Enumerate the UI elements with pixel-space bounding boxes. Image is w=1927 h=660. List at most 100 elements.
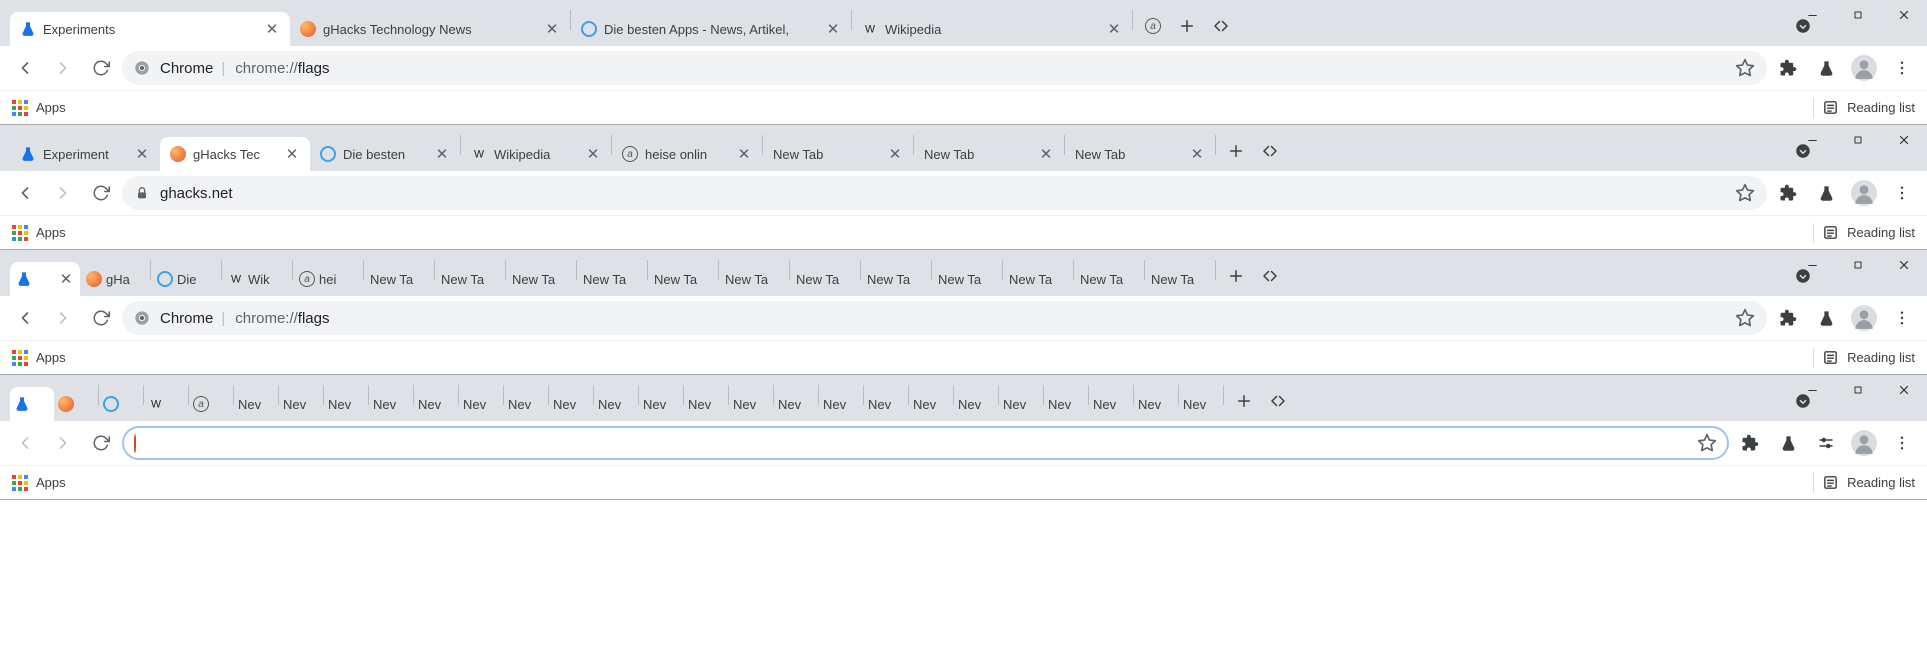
browser-tab[interactable]: WWikipedia✕ xyxy=(461,137,611,171)
browser-tab[interactable]: New Ta xyxy=(861,262,931,296)
browser-tab[interactable]: New Ta xyxy=(435,262,505,296)
browser-tab[interactable] xyxy=(10,387,54,421)
window-maximize-button[interactable] xyxy=(1835,0,1881,30)
tab-close-button[interactable]: ✕ xyxy=(264,21,280,37)
window-minimize-button[interactable] xyxy=(1789,250,1835,280)
tab-search-button[interactable] xyxy=(1256,137,1284,165)
back-button[interactable] xyxy=(8,51,42,85)
browser-tab[interactable]: New Ta xyxy=(648,262,718,296)
browser-tab[interactable]: New Tab✕ xyxy=(763,137,913,171)
labs-button[interactable] xyxy=(1809,301,1843,335)
browser-tab[interactable]: New Ta xyxy=(1145,262,1215,296)
profile-button[interactable] xyxy=(1847,176,1881,210)
reading-list-button[interactable]: Reading list xyxy=(1822,224,1915,241)
browser-tab[interactable]: Nev xyxy=(819,387,863,421)
browser-tab[interactable]: Nev xyxy=(729,387,773,421)
browser-tab[interactable]: Nev xyxy=(1134,387,1178,421)
browser-tab[interactable]: WWik xyxy=(222,262,292,296)
tab-close-button[interactable]: ✕ xyxy=(1106,21,1122,37)
menu-button[interactable] xyxy=(1885,176,1919,210)
browser-tab[interactable]: New Ta xyxy=(1003,262,1073,296)
browser-tab[interactable]: Nev xyxy=(234,387,278,421)
menu-button[interactable] xyxy=(1885,426,1919,460)
profile-button[interactable] xyxy=(1847,51,1881,85)
browser-tab[interactable]: Experiments✕ xyxy=(10,12,290,46)
apps-shortcut[interactable]: Apps xyxy=(12,100,66,116)
tab-search-button[interactable] xyxy=(1264,387,1292,415)
browser-tab[interactable]: Nev xyxy=(1089,387,1133,421)
browser-tab[interactable]: WWikipedia✕ xyxy=(852,12,1132,46)
browser-tab[interactable]: New Ta xyxy=(364,262,434,296)
window-minimize-button[interactable] xyxy=(1789,375,1835,405)
bookmark-star-icon[interactable] xyxy=(1735,308,1755,328)
tab-close-button[interactable]: ✕ xyxy=(434,146,450,162)
window-maximize-button[interactable] xyxy=(1835,250,1881,280)
labs-button[interactable] xyxy=(1809,51,1843,85)
reading-list-button[interactable]: Reading list xyxy=(1822,474,1915,491)
reload-button[interactable] xyxy=(84,51,118,85)
address-bar[interactable] xyxy=(122,426,1729,460)
browser-tab[interactable]: Nev xyxy=(324,387,368,421)
profile-button[interactable] xyxy=(1847,426,1881,460)
browser-tab[interactable]: New Ta xyxy=(932,262,1002,296)
browser-tab[interactable]: New Ta xyxy=(719,262,789,296)
tune-button[interactable] xyxy=(1809,426,1843,460)
browser-tab[interactable]: Experiment✕ xyxy=(10,137,160,171)
browser-tab[interactable]: ✕ xyxy=(10,262,80,296)
browser-tab[interactable]: New Ta xyxy=(1074,262,1144,296)
apps-shortcut[interactable]: Apps xyxy=(12,225,66,241)
address-bar[interactable]: ghacks.net xyxy=(122,176,1767,210)
back-button[interactable] xyxy=(8,176,42,210)
tab-close-button[interactable]: ✕ xyxy=(887,146,903,162)
window-maximize-button[interactable] xyxy=(1835,125,1881,155)
new-tab-button[interactable] xyxy=(1230,387,1258,415)
browser-tab[interactable]: New Tab✕ xyxy=(914,137,1064,171)
window-close-button[interactable] xyxy=(1881,375,1927,405)
browser-tab[interactable]: Nev xyxy=(684,387,728,421)
reading-list-button[interactable]: Reading list xyxy=(1822,99,1915,116)
site-info-icon[interactable] xyxy=(134,310,150,326)
back-button[interactable] xyxy=(8,301,42,335)
site-info-icon[interactable] xyxy=(134,60,150,76)
window-maximize-button[interactable] xyxy=(1835,375,1881,405)
extensions-button[interactable] xyxy=(1771,176,1805,210)
browser-tab[interactable]: gHacks Technology News✕ xyxy=(290,12,570,46)
reading-list-button[interactable]: Reading list xyxy=(1822,349,1915,366)
tab-search-button[interactable] xyxy=(1207,12,1235,40)
browser-tab[interactable]: Nev xyxy=(459,387,503,421)
window-close-button[interactable] xyxy=(1881,250,1927,280)
labs-button[interactable] xyxy=(1809,176,1843,210)
browser-tab[interactable] xyxy=(99,387,143,421)
new-tab-button[interactable] xyxy=(1222,262,1250,290)
browser-tab[interactable]: aheise onlin✕ xyxy=(612,137,762,171)
browser-tab[interactable]: a xyxy=(189,387,233,421)
reload-button[interactable] xyxy=(84,426,118,460)
browser-tab[interactable]: Die besten Apps - News, Artikel,✕ xyxy=(571,12,851,46)
browser-tab[interactable]: New Ta xyxy=(790,262,860,296)
site-info-icon[interactable] xyxy=(134,185,150,201)
heise-pinned-icon[interactable]: a xyxy=(1139,12,1167,40)
browser-tab[interactable]: W xyxy=(144,387,188,421)
reload-button[interactable] xyxy=(84,301,118,335)
tab-search-button[interactable] xyxy=(1256,262,1284,290)
browser-tab[interactable]: Nev xyxy=(954,387,998,421)
browser-tab[interactable]: Nev xyxy=(774,387,818,421)
address-bar[interactable]: Chrome|chrome://flags xyxy=(122,51,1767,85)
extensions-button[interactable] xyxy=(1771,301,1805,335)
site-info-icon[interactable] xyxy=(134,435,136,452)
browser-tab[interactable]: Nev xyxy=(279,387,323,421)
window-close-button[interactable] xyxy=(1881,0,1927,30)
bookmark-star-icon[interactable] xyxy=(1735,183,1755,203)
apps-shortcut[interactable]: Apps xyxy=(12,475,66,491)
browser-tab[interactable]: Nev xyxy=(1044,387,1088,421)
window-minimize-button[interactable] xyxy=(1789,125,1835,155)
browser-tab[interactable]: Die besten✕ xyxy=(310,137,460,171)
window-minimize-button[interactable] xyxy=(1789,0,1835,30)
browser-tab[interactable]: New Ta xyxy=(577,262,647,296)
browser-tab[interactable]: Nev xyxy=(594,387,638,421)
tab-close-button[interactable]: ✕ xyxy=(585,146,601,162)
bookmark-star-icon[interactable] xyxy=(1735,58,1755,78)
tab-close-button[interactable]: ✕ xyxy=(134,146,150,162)
browser-tab[interactable]: Nev xyxy=(549,387,593,421)
browser-tab[interactable]: Nev xyxy=(999,387,1043,421)
